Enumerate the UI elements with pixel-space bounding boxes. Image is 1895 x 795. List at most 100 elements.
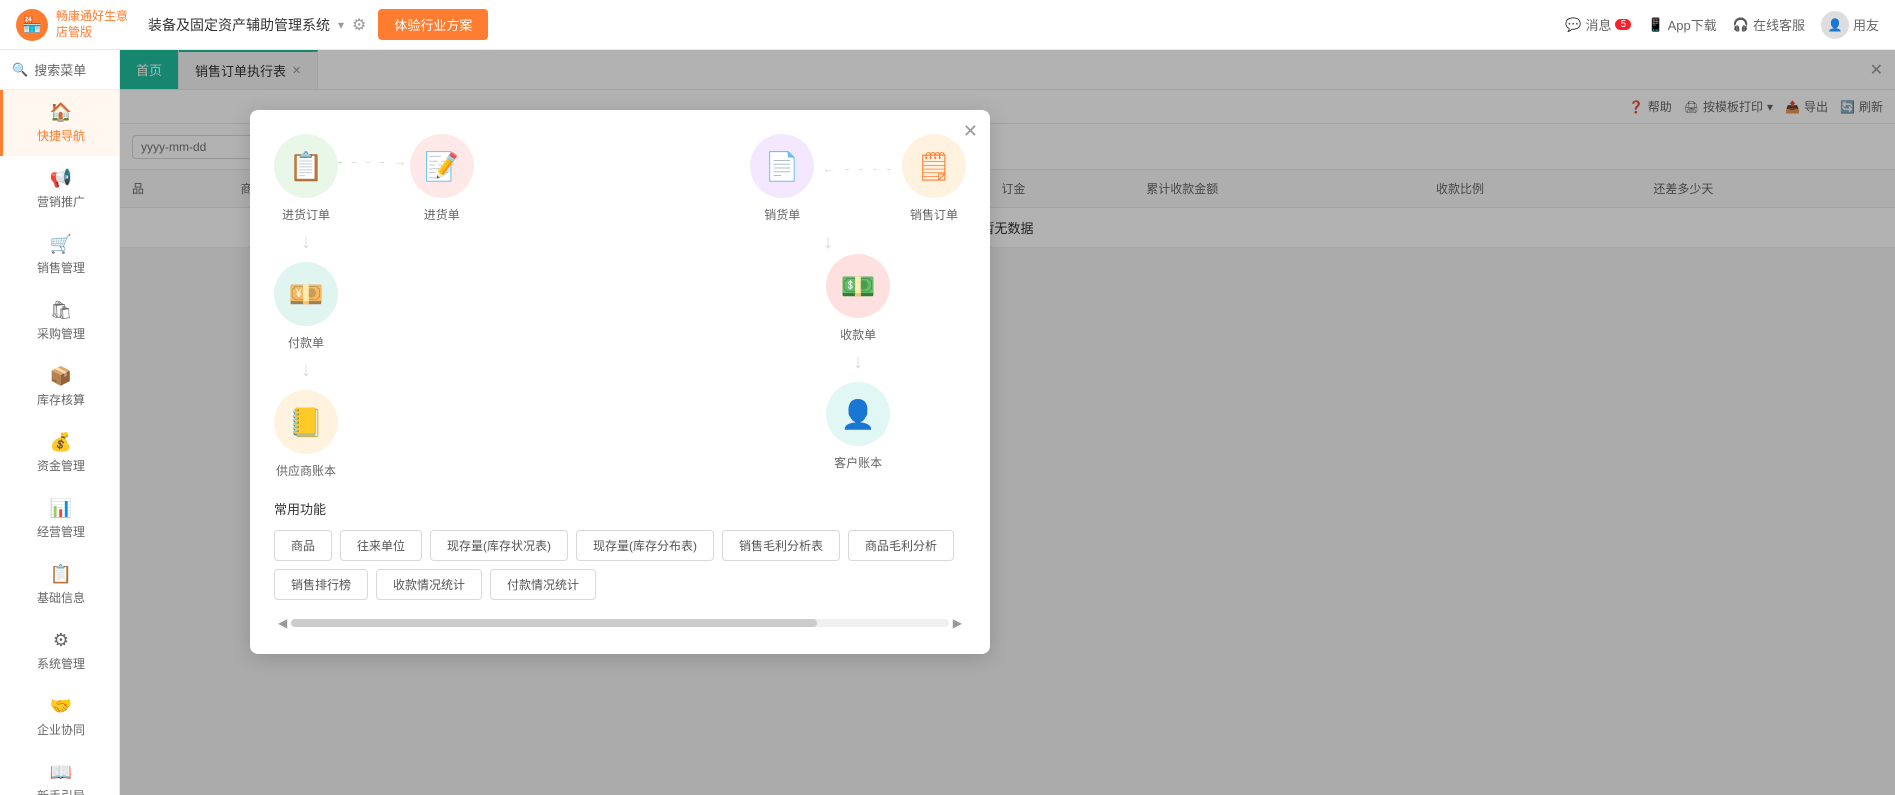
basic-icon: 📋: [50, 564, 72, 585]
home-icon: 🏠: [50, 102, 72, 123]
sidebar-item-label: 快捷导航: [37, 127, 85, 144]
purchase-bill-label: 进货单: [424, 206, 460, 223]
online-service-btn[interactable]: 🎧 在线客服: [1733, 15, 1805, 34]
sidebar-item-enterprise[interactable]: 🤝 企业协同: [0, 684, 119, 750]
system-title-area: 装备及固定资产辅助管理系统 ▾ ⚙: [148, 15, 366, 35]
common-functions-title: 常用功能: [274, 499, 966, 518]
arrow-down-2: ↓: [301, 359, 311, 382]
system-title: 装备及固定资产辅助管理系统: [148, 15, 330, 35]
experience-btn[interactable]: 体验行业方案: [378, 9, 488, 40]
modal-scrollbar: ◀ ▶: [274, 616, 966, 630]
dropdown-arrow-icon[interactable]: ▾: [338, 18, 344, 32]
search-icon: 🔍: [12, 62, 28, 78]
sidebar-item-label: 库存核算: [37, 391, 85, 408]
sidebar-item-basic[interactable]: 📋 基础信息: [0, 552, 119, 618]
sidebar-item-label: 基础信息: [37, 589, 85, 606]
supplier-account-icon: 📒: [274, 390, 338, 454]
header-actions: 💬 消息 5 📱 App下载 🎧 在线客服 👤 用友: [1565, 11, 1879, 39]
sidebar-item-label: 销售管理: [37, 259, 85, 276]
sidebar-item-finance[interactable]: 💰 资金管理: [0, 420, 119, 486]
func-btn-payment-stats[interactable]: 付款情况统计: [490, 569, 596, 600]
supplier-account-node: 📒 供应商账本: [274, 390, 338, 479]
inventory-icon: 📦: [50, 366, 72, 387]
customer-account-icon: 👤: [826, 382, 890, 446]
system-icon: ⚙: [53, 630, 69, 651]
func-btn-sales-rank[interactable]: 销售排行榜: [274, 569, 368, 600]
operations-icon: 📊: [50, 498, 72, 519]
customer-account-node: 👤 客户账本: [826, 382, 890, 471]
sales-icon: 🛒: [50, 234, 72, 255]
sidebar-item-label: 系统管理: [37, 655, 85, 672]
modal-close-btn[interactable]: ✕: [963, 122, 978, 140]
layout: 🔍 搜索菜单 🏠 快捷导航 📢 营销推广 🛒 销售管理 🛍 采购管理 📦 库存核…: [0, 50, 1895, 795]
sidebar-item-sales[interactable]: 🛒 销售管理: [0, 222, 119, 288]
sidebar-item-purchase[interactable]: 🛍 采购管理: [0, 288, 119, 354]
payment-bill-label: 付款单: [288, 334, 324, 351]
scroll-left-icon[interactable]: ◀: [274, 616, 291, 630]
logo-area: 🏪 畅康通好生意 店管版: [16, 9, 136, 41]
sidebar: 🔍 搜索菜单 🏠 快捷导航 📢 营销推广 🛒 销售管理 🛍 采购管理 📦 库存核…: [0, 50, 120, 795]
payment-bill-icon: 💴: [274, 262, 338, 326]
function-buttons-row1: 商品 往来单位 现存量(库存状况表) 现存量(库存分布表) 销售毛利分析表 商品…: [274, 530, 966, 561]
receipt-bill-node: 💵 收款单: [826, 254, 890, 343]
sidebar-item-quick-nav[interactable]: 🏠 快捷导航: [0, 90, 119, 156]
sidebar-item-inventory[interactable]: 📦 库存核算: [0, 354, 119, 420]
purchase-order-label: 进货订单: [282, 206, 330, 223]
sales-bill-node: 📄 销货单: [750, 134, 814, 223]
receipt-bill-label: 收款单: [840, 326, 876, 343]
scrollbar-thumb[interactable]: [291, 619, 817, 627]
arrow-down-1: ↓: [301, 231, 311, 254]
user-label: 用友: [1853, 15, 1879, 34]
sidebar-item-system[interactable]: ⚙ 系统管理: [0, 618, 119, 684]
func-btn-stock-status[interactable]: 现存量(库存状况表): [430, 530, 568, 561]
sidebar-item-label: 资金管理: [37, 457, 85, 474]
function-buttons-row2: 销售排行榜 收款情况统计 付款情况统计: [274, 569, 966, 600]
logo-icon: 🏪: [16, 9, 48, 41]
sidebar-item-label: 新手引导: [37, 787, 85, 795]
purchase-order-icon: 📋: [274, 134, 338, 198]
func-btn-stock-dist[interactable]: 现存量(库存分布表): [576, 530, 714, 561]
receipt-bill-icon: 💵: [826, 254, 890, 318]
sidebar-item-label: 采购管理: [37, 325, 85, 342]
sidebar-item-label: 经营管理: [37, 523, 85, 540]
modal-popup: ✕ 📋 进货订单 ↓ 💴 付款单 ↓ 📒: [250, 110, 990, 654]
sales-bill-icon: 📄: [750, 134, 814, 198]
user-area[interactable]: 👤 用友: [1821, 11, 1879, 39]
arrow-down-sales-bill: ↓: [823, 231, 833, 254]
top-header: 🏪 畅康通好生意 店管版 装备及固定资产辅助管理系统 ▾ ⚙ 体验行业方案 💬 …: [0, 0, 1895, 50]
sidebar-item-label: 营销推广: [37, 193, 85, 210]
scrollbar-track[interactable]: [291, 619, 949, 627]
purchase-order-node: 📋 进货订单: [274, 134, 338, 223]
payment-bill-node: 💴 付款单: [274, 262, 338, 351]
enterprise-icon: 🤝: [50, 696, 72, 717]
settings-icon[interactable]: ⚙: [352, 15, 366, 35]
sales-order-node: 🗒 销售订单: [902, 134, 966, 223]
message-icon: 💬: [1565, 17, 1581, 33]
sidebar-item-operations[interactable]: 📊 经营管理: [0, 486, 119, 552]
customer-account-label: 客户账本: [834, 454, 882, 471]
supplier-account-label: 供应商账本: [276, 462, 336, 479]
sidebar-item-label: 企业协同: [37, 721, 85, 738]
scroll-right-icon[interactable]: ▶: [949, 616, 966, 630]
sales-order-icon: 🗒: [902, 134, 966, 198]
func-btn-products[interactable]: 商品: [274, 530, 332, 561]
logo-text: 畅康通好生意 店管版: [56, 9, 128, 40]
purchase-icon: 🛍: [50, 300, 73, 321]
marketing-icon: 📢: [50, 168, 72, 189]
func-btn-receipt-stats[interactable]: 收款情况统计: [376, 569, 482, 600]
func-btn-product-margin[interactable]: 商品毛利分析: [848, 530, 954, 561]
main-content: 首页 销售订单执行表 ✕ ✕ ❓ 帮助 🖨 按模板打印 ▾ 📤 导出: [120, 50, 1895, 795]
sidebar-item-marketing[interactable]: 📢 营销推广: [0, 156, 119, 222]
common-functions: 常用功能 商品 往来单位 现存量(库存状况表) 现存量(库存分布表) 销售毛利分…: [274, 499, 966, 600]
func-btn-sales-margin[interactable]: 销售毛利分析表: [722, 530, 840, 561]
message-label: 消息: [1585, 15, 1611, 34]
message-btn[interactable]: 💬 消息 5: [1565, 15, 1631, 34]
sidebar-item-newbie[interactable]: 📖 新手引导: [0, 750, 119, 795]
sidebar-search[interactable]: 🔍 搜索菜单: [0, 50, 119, 90]
headset-icon: 🎧: [1733, 17, 1749, 33]
func-btn-counterparty[interactable]: 往来单位: [340, 530, 422, 561]
purchase-bill-node: 📝 进货单: [410, 134, 474, 223]
sales-order-label: 销售订单: [910, 206, 958, 223]
message-badge: 5: [1615, 19, 1631, 30]
app-download-btn[interactable]: 📱 App下载: [1647, 15, 1716, 34]
